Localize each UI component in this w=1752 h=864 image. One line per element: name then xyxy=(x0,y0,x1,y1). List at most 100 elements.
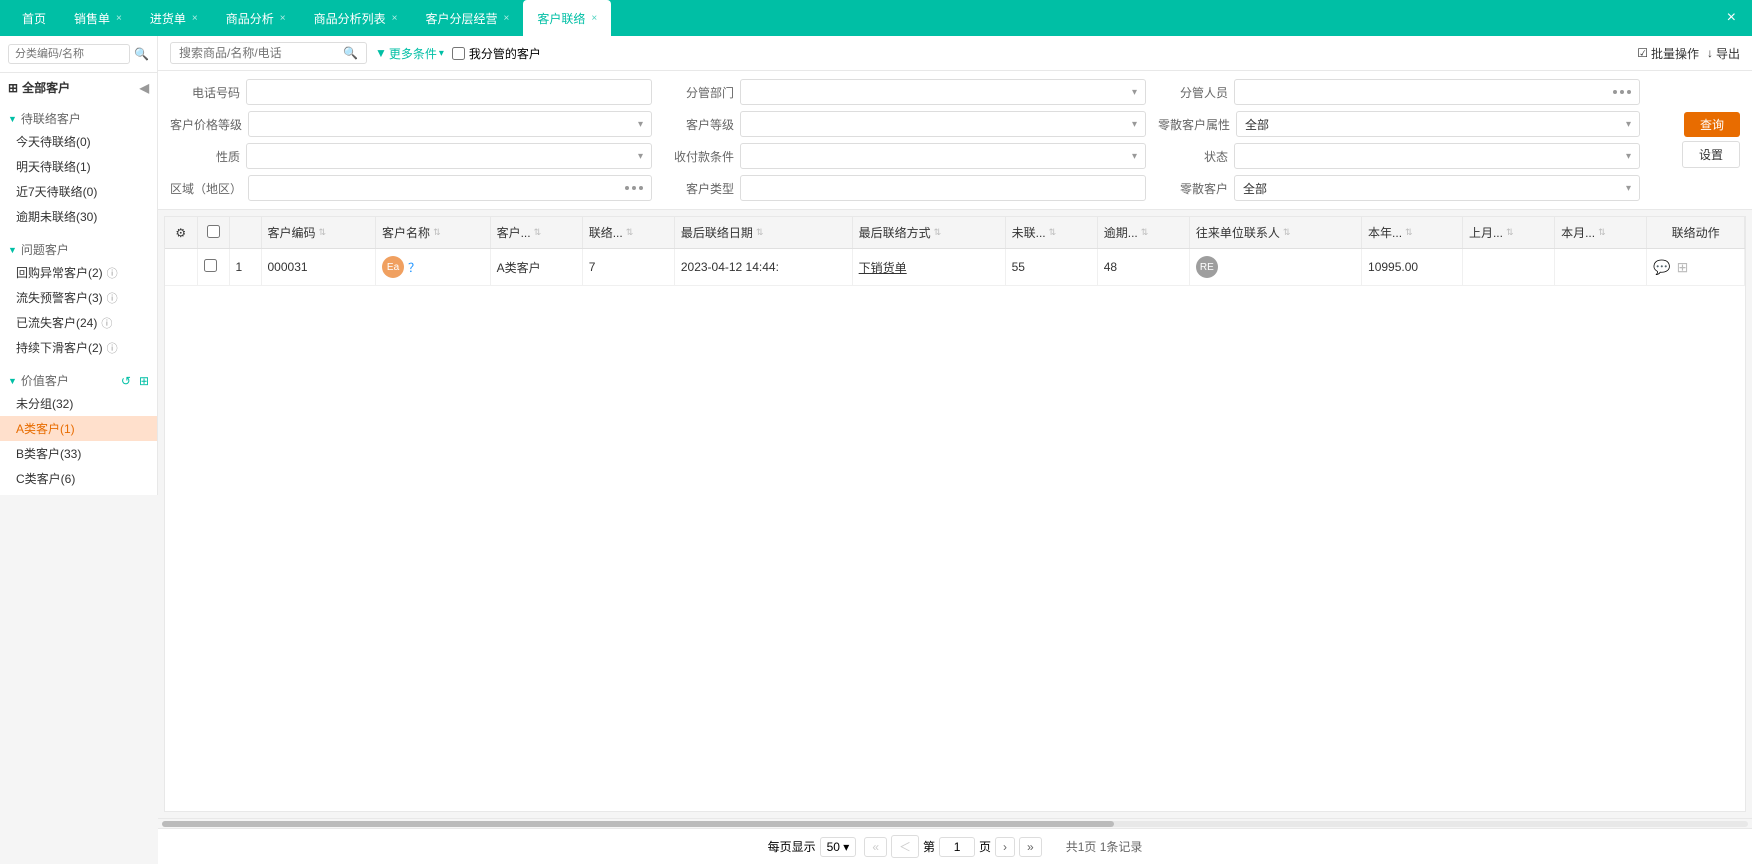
nav-tab-goods-analysis[interactable]: 商品分析× xyxy=(212,0,300,36)
qr-icon[interactable]: ⊞ xyxy=(1677,259,1689,276)
th-code[interactable]: 客户编码 ⇅ xyxy=(261,217,376,249)
sort-icon-category: ⇅ xyxy=(534,227,542,238)
refresh-icon[interactable]: ↺ xyxy=(121,374,131,388)
value-customer-label: 价值客户 xyxy=(21,372,69,389)
customer-grade-label: 客户等级 xyxy=(664,116,734,133)
nav-tab-sales[interactable]: 销售单× xyxy=(60,0,136,36)
th-overdue[interactable]: 逾期... ⇅ xyxy=(1097,217,1189,249)
nav-tab-close-customer-segment[interactable]: × xyxy=(503,13,509,24)
first-page-button[interactable]: « xyxy=(864,837,887,857)
export-btn[interactable]: ↓ 导出 xyxy=(1707,45,1740,62)
retail-customer-select[interactable]: 全部 ▾ xyxy=(1234,175,1640,201)
payment-select[interactable]: ▾ xyxy=(740,143,1146,169)
batch-operation-btn[interactable]: ☑ 批量操作 xyxy=(1637,45,1699,62)
sidebar-item-tomorrow[interactable]: 明天待联络(1) xyxy=(0,154,157,179)
nav-tab-close-purchase[interactable]: × xyxy=(192,13,198,24)
status-label: 状态 xyxy=(1158,148,1228,165)
sidebar-item-7days[interactable]: 近7天待联络(0) xyxy=(0,179,157,204)
customer-grade-select[interactable]: ▾ xyxy=(740,111,1146,137)
next-page-button[interactable]: › xyxy=(995,837,1015,857)
nav-tab-close-goods-list[interactable]: × xyxy=(392,13,398,24)
sidebar-item-overdue[interactable]: 逾期未联络(30) xyxy=(0,204,157,229)
dept-select[interactable]: ▾ xyxy=(740,79,1146,105)
sidebar-item-class-a[interactable]: A类客户(1) xyxy=(0,416,157,441)
sidebar-item-churn-warning[interactable]: 流失预警客户(3) ⓘ xyxy=(0,285,157,310)
customer-type-input[interactable] xyxy=(740,175,1146,201)
horizontal-scrollbar[interactable] xyxy=(158,818,1752,828)
sort-icon-unit: ⇅ xyxy=(1283,227,1291,238)
status-chevron-icon: ▾ xyxy=(1626,151,1631,162)
nav-tab-goods-list[interactable]: 商品分析列表× xyxy=(300,0,412,36)
sidebar-all-customers[interactable]: ⊞ 全部客户 ◀ xyxy=(0,73,157,102)
filter-cell-payment: 收付款条件 ▾ xyxy=(664,143,1158,169)
th-unit-contact[interactable]: 往来单位联系人 ⇅ xyxy=(1189,217,1361,249)
page-label: 第 xyxy=(923,838,935,855)
th-checkbox[interactable] xyxy=(197,217,229,249)
th-gear[interactable]: ⚙ xyxy=(165,217,197,249)
filter-search-icon[interactable]: 🔍 xyxy=(343,46,358,60)
sidebar-item-unclassified[interactable]: 未分组(32) xyxy=(0,391,157,416)
query-button[interactable]: 查询 xyxy=(1684,112,1740,137)
sidebar-item-today[interactable]: 今天待联络(0) xyxy=(0,129,157,154)
nature-select[interactable]: ▾ xyxy=(246,143,652,169)
th-this-year[interactable]: 本年... ⇅ xyxy=(1362,217,1463,249)
row-last-contact-way[interactable]: 下销货单 xyxy=(852,249,1005,286)
th-name[interactable]: 客户名称 ⇅ xyxy=(376,217,491,249)
th-contact[interactable]: 联络... ⇅ xyxy=(582,217,674,249)
th-last-contact-way[interactable]: 最后联络方式 ⇅ xyxy=(852,217,1005,249)
pending-contact-group[interactable]: ▼ 待联络客户 xyxy=(0,106,157,129)
customer-name[interactable]: ？ xyxy=(408,259,420,276)
page-number-input[interactable] xyxy=(939,837,975,857)
page-size-prefix-label: 每页显示 xyxy=(768,838,816,855)
sidebar-collapse-icon[interactable]: ◀ xyxy=(140,81,149,95)
sidebar-item-class-c[interactable]: C类客户(6) xyxy=(0,466,157,491)
nav-tab-close-customer-contact[interactable]: × xyxy=(591,13,597,24)
prev-page-button[interactable]: ＜ xyxy=(891,835,919,858)
select-all-checkbox[interactable] xyxy=(207,225,220,238)
manager-dots xyxy=(1613,90,1631,94)
sidebar-item-repurchase-abnormal[interactable]: 回购异常客户(2) ⓘ xyxy=(0,260,157,285)
problem-customer-group[interactable]: ▼ 问题客户 xyxy=(0,237,157,260)
manager-input[interactable] xyxy=(1234,79,1640,105)
price-grade-select[interactable]: ▾ xyxy=(248,111,652,137)
sidebar-item-class-b[interactable]: B类客户(33) xyxy=(0,441,157,466)
th-last-contact-date[interactable]: 最后联络日期 ⇅ xyxy=(674,217,852,249)
manager-label: 分管人员 xyxy=(1158,84,1228,101)
nav-tab-label-customer-segment: 客户分层经营 xyxy=(425,10,497,27)
page-size-dropdown[interactable]: 50 ▾ xyxy=(820,837,857,857)
7days-label: 近7天待联络(0) xyxy=(16,183,97,200)
filter-row-1: 电话号码 分管部门 ▾ 分管人员 xyxy=(170,79,1652,105)
sidebar-item-churned[interactable]: 已流失客户(24) ⓘ xyxy=(0,310,157,335)
info-icon-1: ⓘ xyxy=(107,265,118,281)
th-last-month[interactable]: 上月... ⇅ xyxy=(1462,217,1554,249)
region-input[interactable] xyxy=(248,175,652,201)
phone-input[interactable] xyxy=(246,79,652,105)
row-checkbox[interactable] xyxy=(204,259,217,272)
more-conditions-btn[interactable]: ▼ 更多条件 ▾ xyxy=(375,45,444,62)
filter-search-input[interactable] xyxy=(179,46,339,60)
status-select[interactable]: ▾ xyxy=(1234,143,1640,169)
sidebar-search-icon[interactable]: 🔍 xyxy=(134,47,149,61)
nav-tab-close-sales[interactable]: × xyxy=(116,13,122,24)
my-customers-checkbox[interactable] xyxy=(452,47,465,60)
today-label: 今天待联络(0) xyxy=(16,133,91,150)
th-this-month[interactable]: 本月... ⇅ xyxy=(1555,217,1647,249)
message-icon[interactable]: 💬 xyxy=(1653,259,1670,276)
nav-tab-purchase[interactable]: 进货单× xyxy=(136,0,212,36)
th-uncontacted[interactable]: 未联... ⇅ xyxy=(1005,217,1097,249)
add-icon[interactable]: ⊞ xyxy=(139,374,149,388)
value-customer-group[interactable]: ▼ 价值客户 ↺ ⊞ xyxy=(0,368,157,391)
settings-button[interactable]: 设置 xyxy=(1682,141,1740,168)
nav-tab-customer-segment[interactable]: 客户分层经营 × xyxy=(411,0,523,36)
retail-attr-select[interactable]: 全部 ▾ xyxy=(1236,111,1640,137)
nav-tab-home[interactable]: 首页 xyxy=(8,0,60,36)
filter-cell-region: 区域（地区） xyxy=(170,175,664,201)
last-page-button[interactable]: » xyxy=(1019,837,1042,857)
sidebar-item-declining[interactable]: 持续下滑客户(2) ⓘ xyxy=(0,335,157,360)
window-close-button[interactable]: × xyxy=(1719,9,1744,27)
scrollbar-thumb[interactable] xyxy=(162,821,1114,827)
nav-tab-customer-contact[interactable]: 客户联络× xyxy=(523,0,611,36)
nav-tab-close-goods-analysis[interactable]: × xyxy=(280,13,286,24)
th-category[interactable]: 客户... ⇅ xyxy=(490,217,582,249)
sidebar-search-input[interactable] xyxy=(8,44,130,64)
